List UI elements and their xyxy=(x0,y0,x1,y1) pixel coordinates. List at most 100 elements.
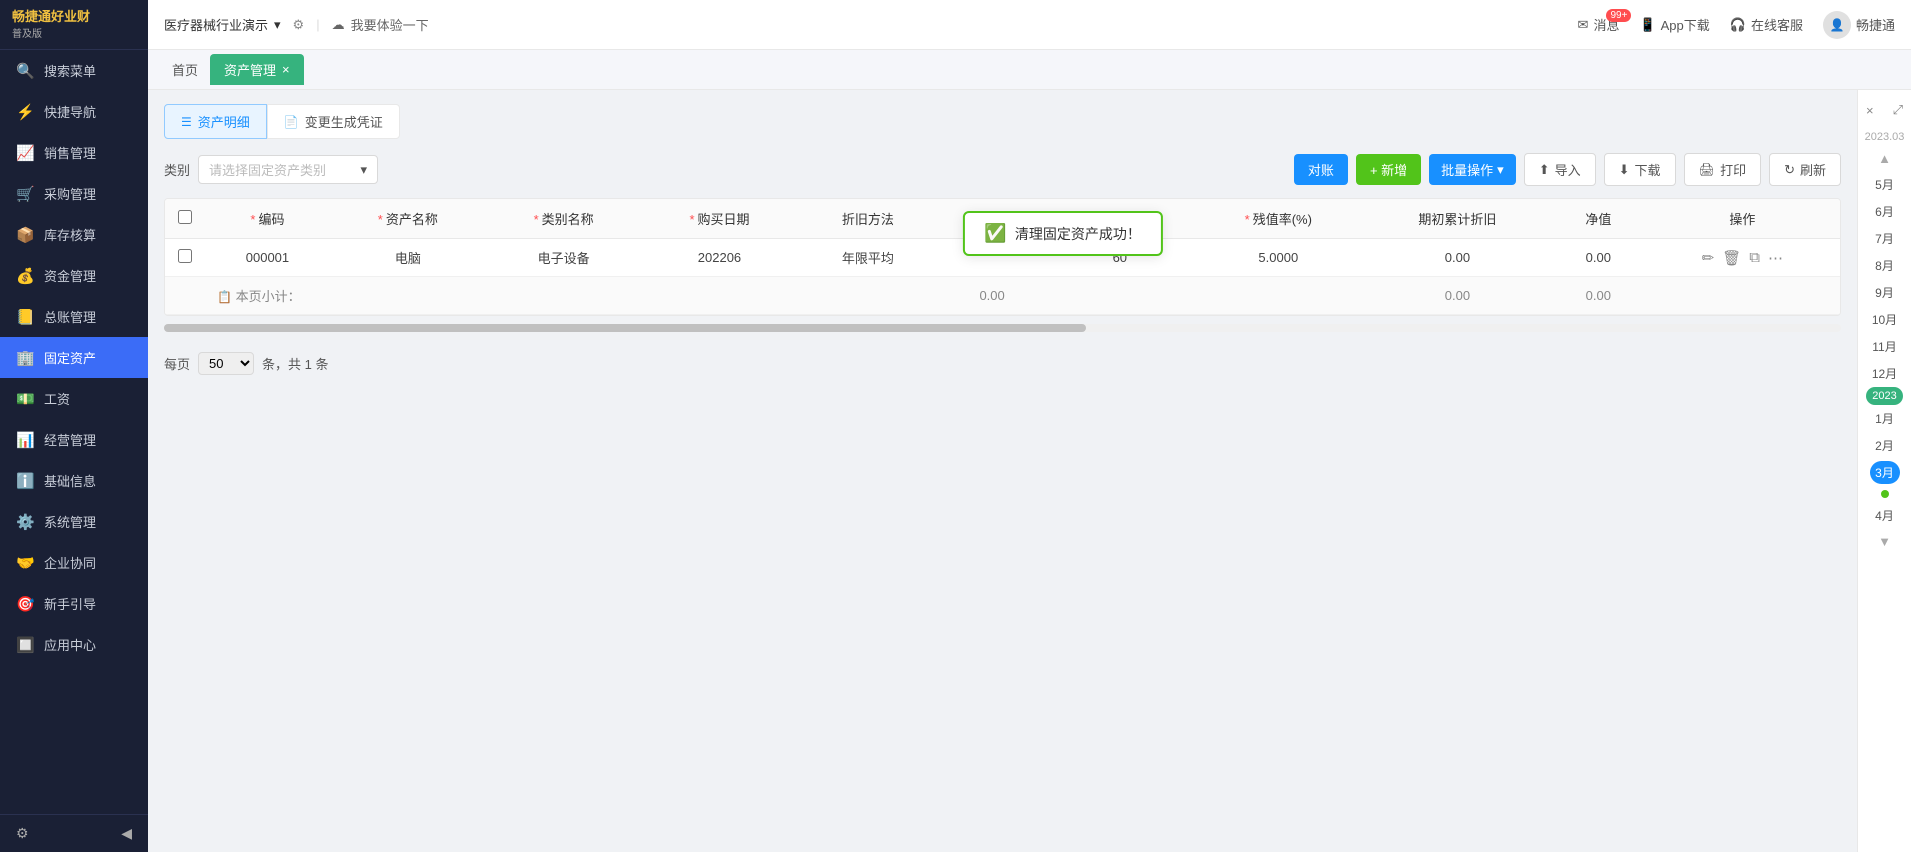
avatar: 👤 xyxy=(1823,11,1851,39)
collapse-icon[interactable]: ◀ xyxy=(121,825,132,842)
month-item-2[interactable]: 2月 xyxy=(1858,432,1911,459)
month-item-5[interactable]: 5月 xyxy=(1858,171,1911,198)
month-item-8[interactable]: 8月 xyxy=(1858,252,1911,279)
sidebar-item-sales[interactable]: 📈销售管理 xyxy=(0,132,148,173)
scrollbar-thumb[interactable] xyxy=(164,324,1086,332)
month-item-7[interactable]: 7月 xyxy=(1858,225,1911,252)
scroll-indicator xyxy=(1881,490,1889,498)
sidebar-icon-inventory: 📦 xyxy=(16,226,34,244)
sub-tab-change-voucher[interactable]: 📄 变更生成凭证 xyxy=(267,104,400,139)
sidebar-item-enterprise[interactable]: 🤝企业协同 xyxy=(0,542,148,583)
sidebar-item-quick-nav[interactable]: ⚡快捷导航 xyxy=(0,91,148,132)
more-icon[interactable]: ⋯ xyxy=(1768,249,1783,267)
sidebar: 畅捷通好业财 普及版 🔍搜索菜单⚡快捷导航📈销售管理🛒采购管理📦库存核算💰资金管… xyxy=(0,0,148,852)
filter-chevron-icon: ▾ xyxy=(360,162,367,178)
subtotal-icon: 📋 xyxy=(217,290,232,304)
document-icon: 📄 xyxy=(284,115,299,129)
settings-icon[interactable]: ⚙ xyxy=(16,825,29,842)
reconcile-label: 对账 xyxy=(1308,160,1334,179)
sidebar-item-operations[interactable]: 📊经营管理 xyxy=(0,419,148,460)
sidebar-item-app-center[interactable]: 🔲应用中心 xyxy=(0,624,148,665)
user-avatar-area[interactable]: 👤 畅捷通 xyxy=(1823,11,1895,39)
sidebar-label-operations: 经营管理 xyxy=(44,430,96,449)
tab-home[interactable]: 首页 xyxy=(164,54,206,85)
sidebar-header: 畅捷通好业财 普及版 xyxy=(0,0,148,50)
sidebar-icon-basic-info: ℹ️ xyxy=(16,472,34,490)
per-page-select[interactable]: 50 100 200 xyxy=(198,352,254,375)
year-2023-label: 2023 xyxy=(1866,387,1902,405)
month-item-1[interactable]: 1月 xyxy=(1858,405,1911,432)
subtotal-initial: 0.00 xyxy=(1363,277,1552,315)
month-item-4[interactable]: 4月 xyxy=(1858,502,1911,529)
sub-tabs: ☰ 资产明细 📄 变更生成凭证 xyxy=(164,104,1841,139)
sidebar-label-payroll: 工资 xyxy=(44,389,70,408)
topbar: 医疗器械行业演示 ▾ ⚙ | ☁ 我要体验一下 ✉ 消息 99+ 📱 App下载… xyxy=(148,0,1911,50)
print-label: 打印 xyxy=(1720,160,1746,179)
expand-panel-icon[interactable]: ⤢ xyxy=(1893,102,1903,118)
app-download-btn[interactable]: 📱 App下载 xyxy=(1639,15,1709,34)
sidebar-label-ledger: 总账管理 xyxy=(44,307,96,326)
sidebar-item-basic-info[interactable]: ℹ️基础信息 xyxy=(0,460,148,501)
edit-icon[interactable]: ✏ xyxy=(1702,249,1715,267)
print-btn[interactable]: 🖨 打印 xyxy=(1684,153,1762,186)
month-item-11[interactable]: 11月 xyxy=(1858,333,1911,360)
gear-icon[interactable]: ⚙ xyxy=(293,17,305,33)
sidebar-icon-quick-nav: ⚡ xyxy=(16,103,34,121)
subtotal-original: 0.00 xyxy=(938,277,1046,315)
sidebar-icon-payroll: 💵 xyxy=(16,390,34,408)
sidebar-item-ledger[interactable]: 📒总账管理 xyxy=(0,296,148,337)
refresh-icon: ↻ xyxy=(1784,162,1795,178)
sidebar-item-guide[interactable]: 🎯新手引导 xyxy=(0,583,148,624)
per-page-label: 每页 xyxy=(164,354,190,373)
month-item-6[interactable]: 6月 xyxy=(1858,198,1911,225)
tab-close-icon[interactable]: × xyxy=(282,62,290,77)
message-btn[interactable]: ✉ 消息 99+ xyxy=(1578,15,1620,34)
tab-asset-management[interactable]: 资产管理 × xyxy=(210,54,304,85)
sidebar-icon-system: ⚙️ xyxy=(16,513,34,531)
username: 畅捷通 xyxy=(1856,15,1895,34)
sidebar-item-fund[interactable]: 💰资金管理 xyxy=(0,255,148,296)
new-btn[interactable]: + 新增 xyxy=(1356,154,1421,185)
company-selector[interactable]: 医疗器械行业演示 ▾ xyxy=(164,15,281,34)
month-item-12[interactable]: 12月 xyxy=(1858,360,1911,387)
refresh-btn[interactable]: ↻ 刷新 xyxy=(1769,153,1841,186)
sub-tab-asset-detail[interactable]: ☰ 资产明细 xyxy=(164,104,267,139)
total-label: 条，共 1 条 xyxy=(262,354,328,373)
delete-icon[interactable]: 🗑 xyxy=(1722,249,1741,267)
online-service-btn[interactable]: 🎧 在线客服 xyxy=(1730,15,1803,34)
download-btn[interactable]: ⬇ 下载 xyxy=(1604,153,1676,186)
horizontal-scrollbar[interactable] xyxy=(164,324,1841,332)
batch-ops-btn[interactable]: 批量操作 ▾ xyxy=(1429,154,1516,185)
sidebar-item-payroll[interactable]: 💵 工资 xyxy=(0,378,148,419)
sub-tab-asset-detail-label: 资产明细 xyxy=(198,112,250,131)
sidebar-item-purchase[interactable]: 🛒采购管理 xyxy=(0,173,148,214)
sidebar-icon-fund: 💰 xyxy=(16,267,34,285)
month-item-3[interactable]: 3月 xyxy=(1870,461,1900,484)
list-icon: ☰ xyxy=(181,115,192,129)
copy-icon[interactable]: ⧉ xyxy=(1749,249,1760,266)
sidebar-icon-fixed-assets: 🏢 xyxy=(16,349,34,367)
filter-placeholder: 请选择固定资产类别 xyxy=(209,160,326,179)
sidebar-item-search[interactable]: 🔍搜索菜单 xyxy=(0,50,148,91)
th-category: *类别名称 xyxy=(486,199,642,239)
month-item-9[interactable]: 9月 xyxy=(1858,279,1911,306)
scroll-down-icon[interactable]: ▼ xyxy=(1858,529,1911,554)
close-panel-icon[interactable]: × xyxy=(1866,103,1874,118)
sidebar-item-fixed-assets[interactable]: 🏢固定资产 xyxy=(0,337,148,378)
sidebar-item-system[interactable]: ⚙️系统管理 xyxy=(0,501,148,542)
download-icon: ⬇ xyxy=(1619,162,1630,178)
category-filter[interactable]: 请选择固定资产类别 ▾ xyxy=(198,155,378,184)
print-icon: 🖨 xyxy=(1699,162,1716,178)
import-btn[interactable]: ⬆ 导入 xyxy=(1524,153,1596,186)
company-name: 医疗器械行业演示 xyxy=(164,15,268,34)
right-panel: × ⤢ 2023.03 ▲ 5月 6月 7月 8月 9月 10月 11月 12月… xyxy=(1857,90,1911,852)
success-check-icon: ✅ xyxy=(984,223,1006,244)
reconcile-btn[interactable]: 对账 xyxy=(1294,154,1348,185)
month-item-10[interactable]: 10月 xyxy=(1858,306,1911,333)
row-checkbox[interactable] xyxy=(178,249,192,263)
sidebar-item-inventory[interactable]: 📦库存核算 xyxy=(0,214,148,255)
scroll-up-icon[interactable]: ▲ xyxy=(1858,146,1911,171)
experience-btn[interactable]: ☁ 我要体验一下 xyxy=(332,15,429,34)
select-all-checkbox[interactable] xyxy=(178,210,192,224)
headset-icon: 🎧 xyxy=(1730,17,1746,33)
